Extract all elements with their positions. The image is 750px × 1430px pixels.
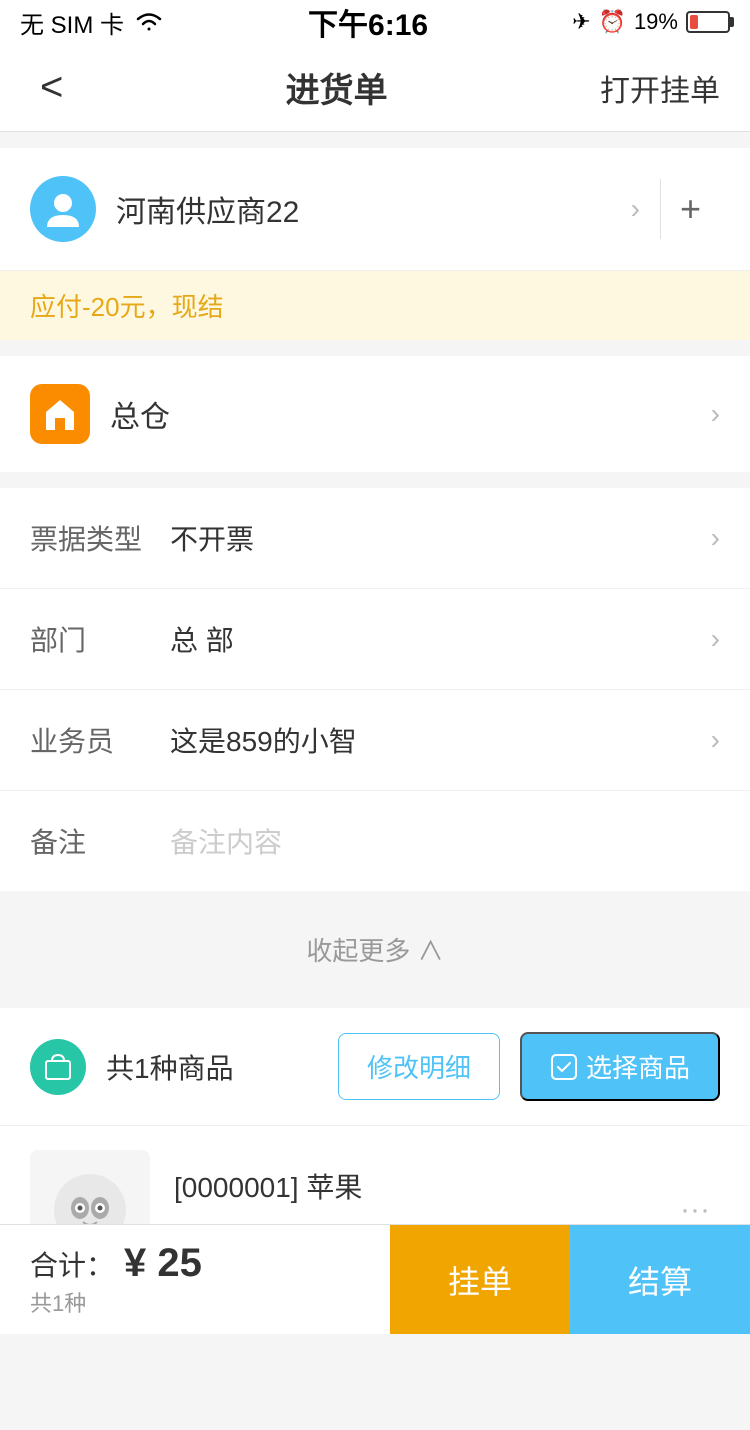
total-text: 合计： xyxy=(30,1244,114,1284)
products-header: 共1种商品 修改明细 选择商品 xyxy=(0,1008,750,1126)
cart-icon xyxy=(42,1051,74,1083)
supplier-avatar xyxy=(30,176,96,242)
select-product-icon xyxy=(550,1053,578,1081)
products-icon xyxy=(30,1039,86,1095)
page-title: 进货单 xyxy=(286,63,388,112)
form-section: 票据类型 不开票 › 部门 总 部 › 业务员 这是859的小智 › 备注 备注… xyxy=(0,488,750,891)
salesman-row[interactable]: 业务员 这是859的小智 › xyxy=(0,690,750,791)
person-icon xyxy=(43,189,83,229)
notice-bar: 应付-20元，现结 xyxy=(0,271,750,340)
collapse-toggle[interactable]: 收起更多 ∧ xyxy=(0,907,750,992)
house-icon xyxy=(42,396,78,432)
chevron-right-salesman-icon: › xyxy=(711,724,720,756)
alarm-icon: ⏰ xyxy=(599,9,626,35)
warehouse-name: 总仓 xyxy=(110,392,701,436)
remark-label: 备注 xyxy=(30,821,170,861)
product-name: [0000001] 苹果 xyxy=(174,1166,646,1206)
status-bar: 无 SIM 卡 下午6:16 ✈ ⏰ 19% xyxy=(0,0,750,44)
open-pending-button[interactable]: 打开挂单 xyxy=(600,66,720,110)
department-row[interactable]: 部门 总 部 › xyxy=(0,589,750,690)
product-id: [0000001] xyxy=(174,1172,299,1203)
total-section: 合计： ¥ 25 共1种 xyxy=(0,1225,390,1334)
total-label: 合计： ¥ 25 xyxy=(30,1241,360,1286)
chevron-right-warehouse-icon: › xyxy=(711,398,720,430)
battery-icon xyxy=(686,11,730,33)
warehouse-section: 总仓 › xyxy=(0,356,750,472)
back-button[interactable]: < xyxy=(30,55,73,120)
supplier-name: 河南供应商22 xyxy=(116,187,621,231)
bottom-bar: 合计： ¥ 25 共1种 挂单 结算 xyxy=(0,1224,750,1334)
battery-percent: 19% xyxy=(634,9,678,35)
select-product-label: 选择商品 xyxy=(586,1048,690,1085)
modify-detail-button[interactable]: 修改明细 xyxy=(338,1033,500,1100)
product-title-text: 苹果 xyxy=(306,1172,362,1203)
status-left: 无 SIM 卡 xyxy=(20,5,164,40)
chevron-right-ticket-icon: › xyxy=(711,522,720,554)
add-supplier-button[interactable]: + xyxy=(660,179,720,239)
warehouse-icon xyxy=(30,384,90,444)
remark-placeholder: 备注内容 xyxy=(170,821,720,861)
supplier-section: 河南供应商22 › + 应付-20元，现结 xyxy=(0,148,750,340)
ticket-type-label: 票据类型 xyxy=(30,518,170,558)
divider-1 xyxy=(0,132,750,148)
select-product-button[interactable]: 选择商品 xyxy=(520,1032,720,1101)
chevron-right-icon: › xyxy=(631,193,640,225)
network-label: 无 SIM 卡 xyxy=(20,5,124,40)
salesman-value: 这是859的小智 xyxy=(170,720,701,760)
checkout-button[interactable]: 结算 xyxy=(570,1225,750,1334)
department-label: 部门 xyxy=(30,619,170,659)
warehouse-row[interactable]: 总仓 › xyxy=(0,356,750,472)
ticket-type-row[interactable]: 票据类型 不开票 › xyxy=(0,488,750,589)
department-value: 总 部 xyxy=(170,619,701,659)
total-count: 共1种 xyxy=(30,1286,360,1318)
status-time: 下午6:16 xyxy=(308,0,428,44)
location-icon: ✈ xyxy=(572,9,590,35)
nav-bar: < 进货单 打开挂单 xyxy=(0,44,750,132)
products-count: 共1种商品 xyxy=(106,1047,318,1087)
status-right: ✈ ⏰ 19% xyxy=(572,9,730,35)
ticket-type-value: 不开票 xyxy=(170,518,701,558)
supplier-row[interactable]: 河南供应商22 › + xyxy=(0,148,750,271)
hang-single-button[interactable]: 挂单 xyxy=(390,1225,570,1334)
remark-row[interactable]: 备注 备注内容 xyxy=(0,791,750,891)
total-amount: ¥ 25 xyxy=(124,1241,202,1286)
chevron-right-dept-icon: › xyxy=(711,623,720,655)
wifi-icon xyxy=(134,11,164,33)
salesman-label: 业务员 xyxy=(30,720,170,760)
